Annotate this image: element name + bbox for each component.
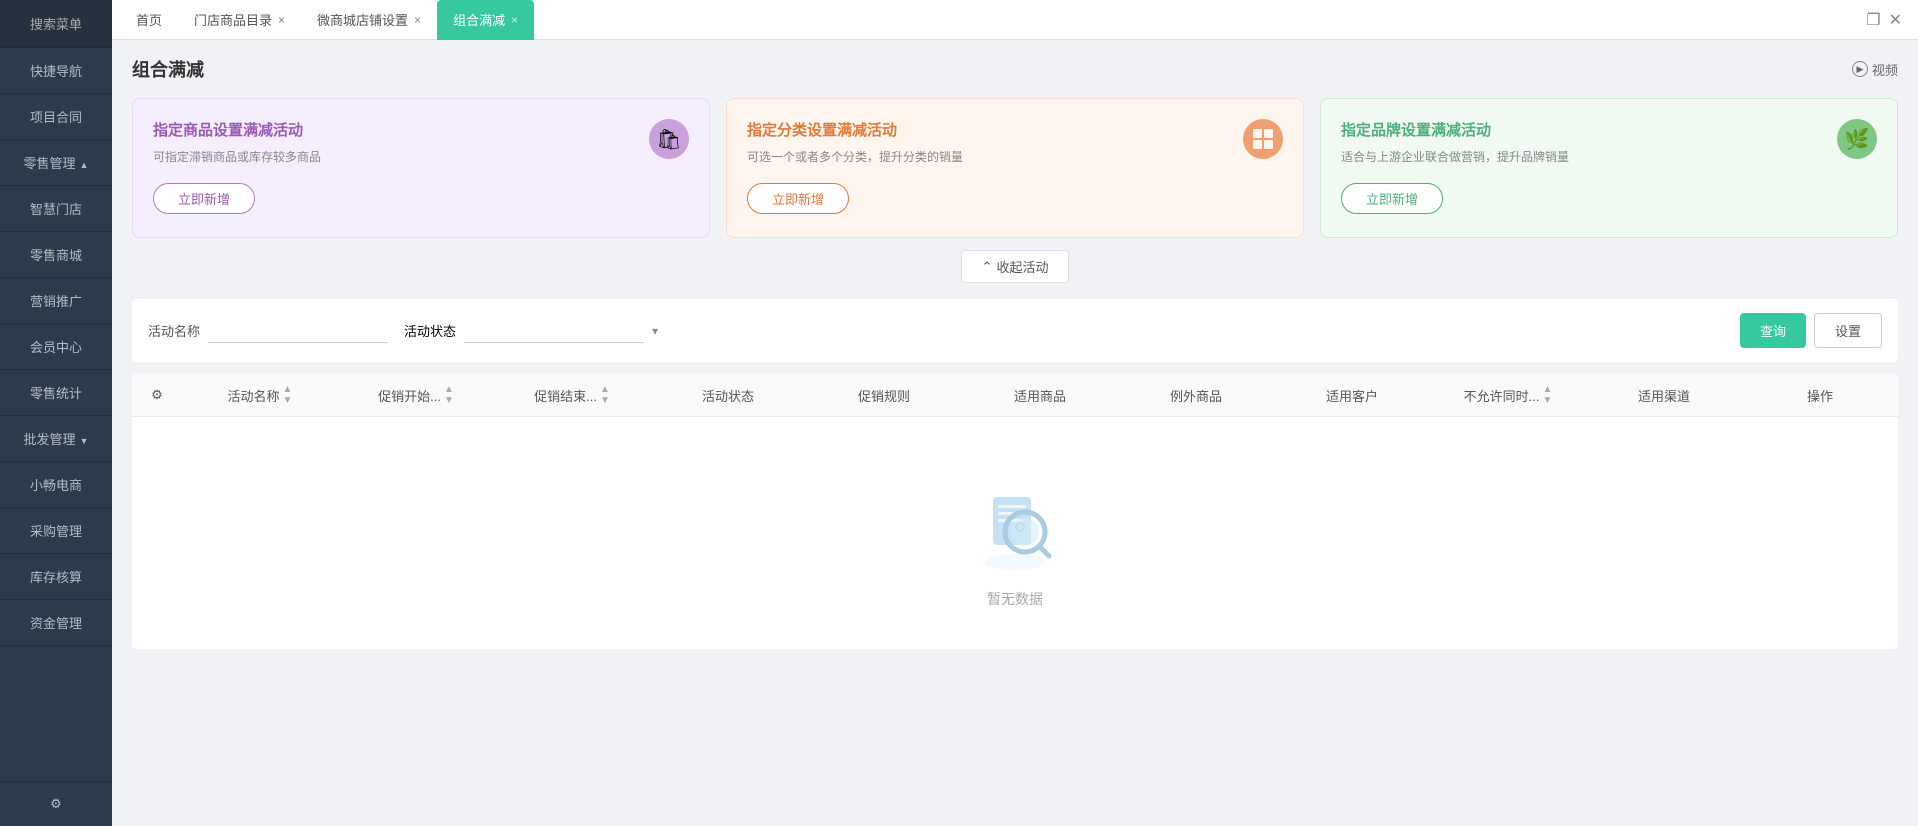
brand-card-desc: 适合与上游企业联合做营销，提升品牌销量 xyxy=(1341,148,1877,167)
empty-icon xyxy=(965,477,1065,577)
video-link[interactable]: ▶ 视频 xyxy=(1852,60,1898,79)
sidebar-item-purchase-mgmt[interactable]: 采购管理 xyxy=(0,508,112,554)
brand-card-title: 指定品牌设置满减活动 xyxy=(1341,119,1877,140)
sidebar-item-retail-mgmt[interactable]: 零售管理 xyxy=(0,140,112,186)
goods-card-btn[interactable]: 立即新增 xyxy=(153,183,255,214)
collapse-label: 收起活动 xyxy=(996,257,1048,276)
page-content: 组合满减 ▶ 视频 指定商品设置满减活动 可指定滞销商品或库存较多商品 🛍 立即… xyxy=(112,40,1918,826)
activity-status-select[interactable] xyxy=(464,319,644,343)
activity-status-label: 活动状态 xyxy=(404,321,456,340)
activity-status-field: 活动状态 ▾ xyxy=(404,319,658,343)
sidebar-item-member-center[interactable]: 会员中心 xyxy=(0,324,112,370)
th-promo-start[interactable]: 促销开始... ▲▼ xyxy=(338,384,494,406)
sidebar-settings-icon[interactable]: ⚙ xyxy=(0,781,112,826)
play-icon: ▶ xyxy=(1852,61,1868,77)
query-button[interactable]: 查询 xyxy=(1740,313,1806,348)
restore-icon[interactable]: ❐ xyxy=(1866,10,1880,30)
table-header: ⚙ 活动名称 ▲▼ 促销开始... ▲▼ 促销结束... ▲▼ 活动状态 促销规… xyxy=(132,374,1898,417)
sidebar-item-quick-nav[interactable]: 快捷导航 xyxy=(0,48,112,94)
sidebar-item-retail-mall[interactable]: 零售商城 xyxy=(0,232,112,278)
th-exceptional-goods: 例外商品 xyxy=(1118,386,1274,405)
activity-name-field: 活动名称 xyxy=(148,319,388,343)
th-applicable-customer: 适用客户 xyxy=(1274,386,1430,405)
brand-card-btn[interactable]: 立即新增 xyxy=(1341,183,1443,214)
search-actions: 查询 设置 xyxy=(1740,313,1882,348)
search-bar: 活动名称 活动状态 ▾ 查询 设置 xyxy=(132,299,1898,362)
th-activity-name[interactable]: 活动名称 ▲▼ xyxy=(182,384,338,406)
sidebar-search[interactable]: 搜索菜单 xyxy=(0,0,112,48)
collapse-bar: ⌃ 收起活动 xyxy=(132,250,1898,283)
empty-area: 暂无数据 xyxy=(132,417,1898,649)
tab-wechat-store-settings[interactable]: 微商城店铺设置 × xyxy=(301,0,437,40)
th-operation: 操作 xyxy=(1742,386,1898,405)
cards-row: 指定商品设置满减活动 可指定滞销商品或库存较多商品 🛍 立即新增 指定分类设置满… xyxy=(132,98,1898,238)
activity-name-input[interactable] xyxy=(208,319,388,343)
window-controls: ❐ ✕ xyxy=(1866,10,1910,30)
chevron-down-icon: ▾ xyxy=(652,324,658,338)
table-wrap: ⚙ 活动名称 ▲▼ 促销开始... ▲▼ 促销结束... ▲▼ 活动状态 促销规… xyxy=(132,374,1898,649)
th-promo-rule: 促销规则 xyxy=(806,386,962,405)
page-title: 组合满减 xyxy=(132,56,204,82)
category-card-btn[interactable]: 立即新增 xyxy=(747,183,849,214)
sidebar-item-project-contract[interactable]: 项目合同 xyxy=(0,94,112,140)
collapse-icon: ⌃ xyxy=(982,259,993,275)
category-card-desc: 可选一个或者多个分类，提升分类的销量 xyxy=(747,148,1283,167)
goods-card-desc: 可指定滞销商品或库存较多商品 xyxy=(153,148,689,167)
sidebar-item-marketing[interactable]: 营销推广 xyxy=(0,278,112,324)
sidebar-item-retail-stats[interactable]: 零售统计 xyxy=(0,370,112,416)
th-activity-status: 活动状态 xyxy=(650,386,806,405)
goods-card-icon: 🛍 xyxy=(649,119,689,159)
page-header: 组合满减 ▶ 视频 xyxy=(132,56,1898,82)
th-not-allow-concurrent[interactable]: 不允许同时... ▲▼ xyxy=(1430,384,1586,406)
close-icon[interactable]: ✕ xyxy=(1889,10,1902,30)
tab-home[interactable]: 首页 xyxy=(120,0,178,40)
sort-icon-activity-name: ▲▼ xyxy=(283,384,293,406)
brand-card: 指定品牌设置满减活动 适合与上游企业联合做营销，提升品牌销量 🌿 立即新增 xyxy=(1320,98,1898,238)
brand-card-icon: 🌿 xyxy=(1837,119,1877,159)
tab-combo-discount[interactable]: 组合满减 × xyxy=(437,0,534,40)
setting-button[interactable]: 设置 xyxy=(1814,313,1882,348)
tab-store-catalog[interactable]: 门店商品目录 × xyxy=(178,0,301,40)
category-card: 指定分类设置满减活动 可选一个或者多个分类，提升分类的销量 立即新增 xyxy=(726,98,1304,238)
th-applicable-goods: 适用商品 xyxy=(962,386,1118,405)
category-card-title: 指定分类设置满减活动 xyxy=(747,119,1283,140)
th-promo-end[interactable]: 促销结束... ▲▼ xyxy=(494,384,650,406)
sort-icon-promo-start: ▲▼ xyxy=(444,384,454,406)
collapse-button[interactable]: ⌃ 收起活动 xyxy=(961,250,1070,283)
tab-bar: 首页 门店商品目录 × 微商城店铺设置 × 组合满减 × ❐ ✕ xyxy=(112,0,1918,40)
goods-card-title: 指定商品设置满减活动 xyxy=(153,119,689,140)
tab-close-wechat-store-settings[interactable]: × xyxy=(414,13,421,27)
sidebar-item-inventory-calc[interactable]: 库存核算 xyxy=(0,554,112,600)
tab-close-store-catalog[interactable]: × xyxy=(278,13,285,27)
sidebar-item-smart-store[interactable]: 智慧门店 xyxy=(0,186,112,232)
th-applicable-channel: 适用渠道 xyxy=(1586,386,1742,405)
sidebar-item-finance-mgmt[interactable]: 资金管理 xyxy=(0,600,112,646)
sort-icon-promo-end: ▲▼ xyxy=(600,384,610,406)
th-gear[interactable]: ⚙ xyxy=(132,387,182,403)
activity-name-label: 活动名称 xyxy=(148,321,200,340)
sort-icon-not-allow: ▲▼ xyxy=(1542,384,1552,406)
category-card-icon xyxy=(1243,119,1283,159)
main-area: 首页 门店商品目录 × 微商城店铺设置 × 组合满减 × ❐ ✕ 组合满减 ▶ … xyxy=(112,0,1918,826)
goods-card: 指定商品设置满减活动 可指定滞销商品或库存较多商品 🛍 立即新增 xyxy=(132,98,710,238)
sidebar: 搜索菜单 快捷导航 项目合同 零售管理 智慧门店 零售商城 营销推广 会员中心 … xyxy=(0,0,112,826)
sidebar-item-wholesale-mgmt[interactable]: 批发管理 xyxy=(0,416,112,462)
sidebar-item-xiaochang-ecom[interactable]: 小畅电商 xyxy=(0,462,112,508)
tab-close-combo-discount[interactable]: × xyxy=(511,13,518,27)
video-label: 视频 xyxy=(1872,60,1898,79)
empty-text: 暂无数据 xyxy=(987,589,1043,609)
